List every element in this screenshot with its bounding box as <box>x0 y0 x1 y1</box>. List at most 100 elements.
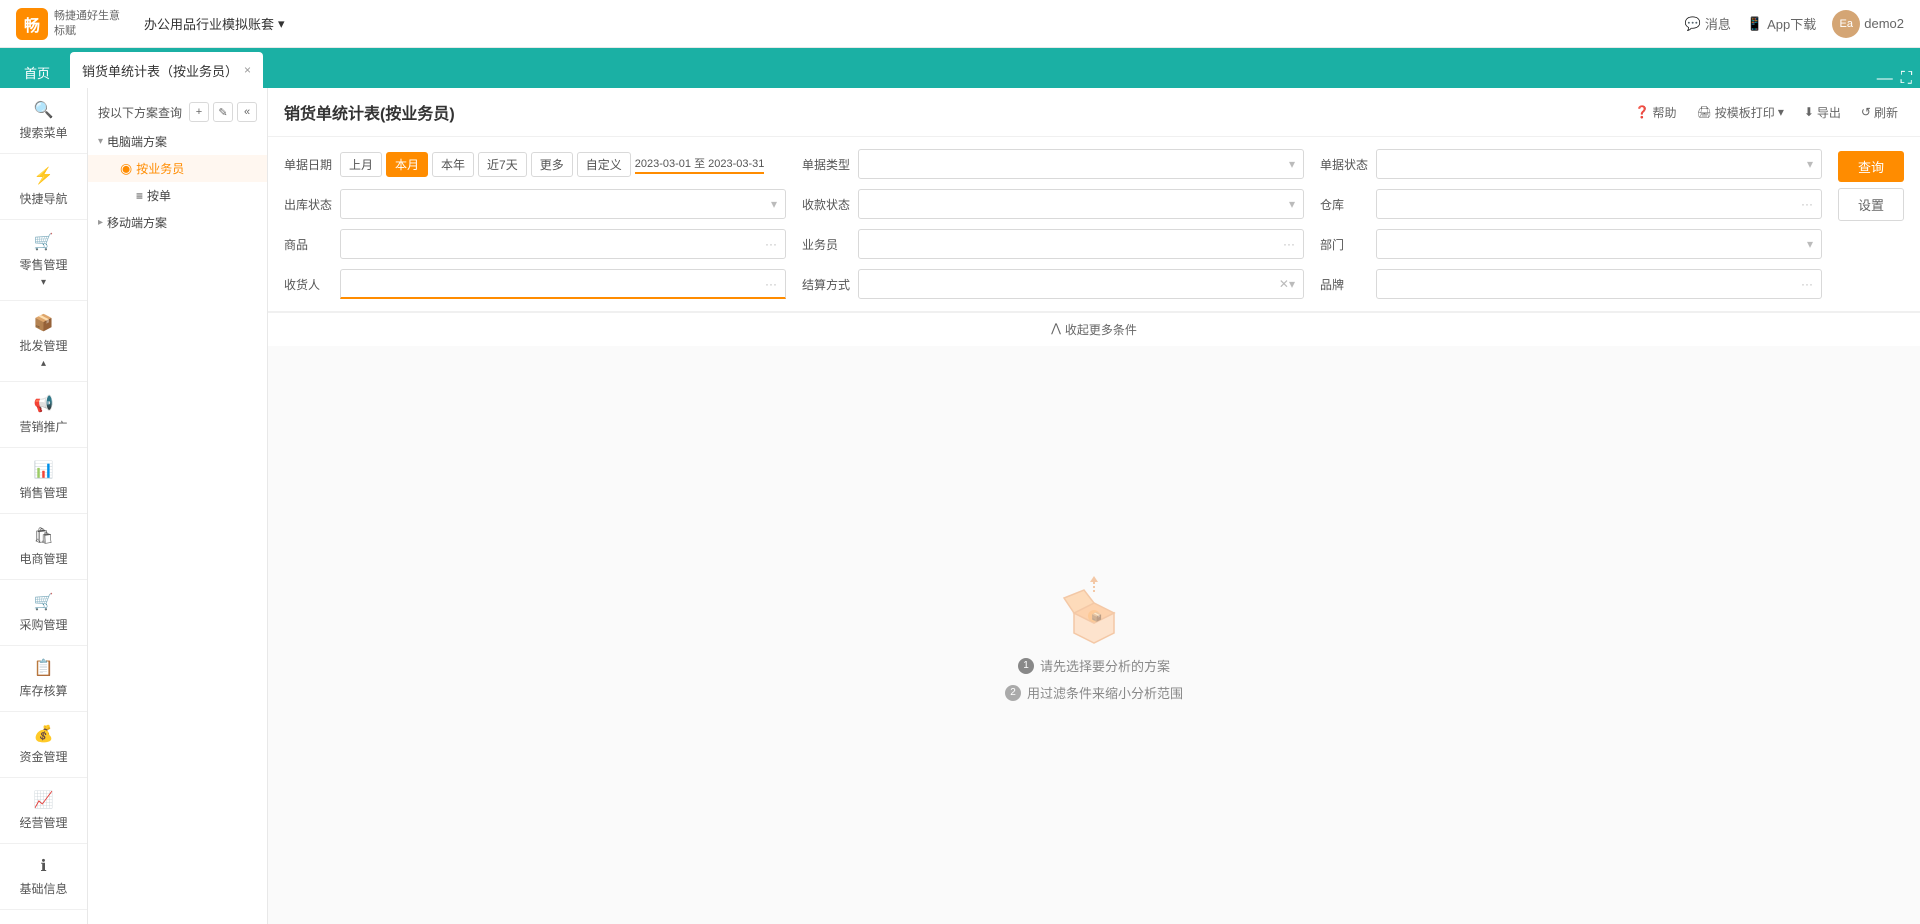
sidebar-item-marketing[interactable]: 📢 营销推广 <box>0 382 87 448</box>
filter-warehouse-row: 仓库 ··· <box>1320 189 1822 219</box>
logo-area: 畅 畅捷通好生意 标赋 <box>16 8 120 40</box>
page-content: 按以下方案查询 + ✎ « ▾ 电脑端方案 ◉ 按业务员 <box>88 88 1920 924</box>
sidebar-item-finance[interactable]: 💰 资金管理 <box>0 712 87 778</box>
top-header: 畅 畅捷通好生意 标赋 办公用品行业模拟账套 ▾ 💬 消息 📱 App下载 Ea… <box>0 0 1920 48</box>
header-actions: ❓ 帮助 🖨 按模板打印 ▾ ⬇ 导出 ↺ <box>1629 101 1904 136</box>
tab-maximize-btn[interactable]: ⛶ <box>1901 70 1912 88</box>
filter-date-row: 单据日期 上月 本月 本年 近7天 更多 自定义 2023-03-01 至 20… <box>284 149 786 179</box>
tab-home[interactable]: 首页 <box>8 56 66 88</box>
print-icon: 🖨 <box>1697 105 1712 119</box>
edit-scheme-btn[interactable]: ✎ <box>213 102 233 122</box>
doc-status-input[interactable]: ▾ <box>1376 149 1822 179</box>
collapse-panel-btn[interactable]: « <box>237 102 257 122</box>
payment-status-input[interactable]: ▾ <box>858 189 1304 219</box>
main-panel: 销货单统计表(按业务员) ❓ 帮助 🖨 按模板打印 ▾ ⬇ <box>268 88 1920 924</box>
salesperson-input[interactable]: ··· <box>858 229 1304 259</box>
tree-pc-scheme[interactable]: ▾ 电脑端方案 <box>88 128 267 155</box>
download-icon: 📱 <box>1747 16 1763 32</box>
refresh-btn[interactable]: ↺ 刷新 <box>1855 101 1904 124</box>
dropdown-chevron-icon: ▾ <box>278 16 285 32</box>
retail-expand-icon: ▾ <box>41 277 46 288</box>
sidebar-item-search[interactable]: 🔍 搜索菜单 <box>0 88 87 154</box>
paymentstatus-chevron-icon: ▾ <box>1289 197 1295 211</box>
department-input[interactable]: ▾ <box>1376 229 1822 259</box>
selected-radio-icon: ◉ <box>120 160 132 177</box>
goods-input[interactable]: ··· <box>340 229 786 259</box>
marketing-icon: 📢 <box>34 394 54 414</box>
date-btn-thismonth[interactable]: 本月 <box>386 152 428 177</box>
retail-icon: 🛒 <box>34 232 54 252</box>
date-btn-thisyear[interactable]: 本年 <box>432 152 474 177</box>
filter-grid: 单据日期 上月 本月 本年 近7天 更多 自定义 2023-03-01 至 20… <box>284 149 1822 299</box>
inventory-icon: 📋 <box>34 658 54 678</box>
sidebar-item-wholesale[interactable]: 📦 批发管理 ▴ <box>0 301 87 382</box>
content-area: 按以下方案查询 + ✎ « ▾ 电脑端方案 ◉ 按业务员 <box>88 88 1920 924</box>
filter-salesperson-row: 业务员 ··· <box>802 229 1304 259</box>
help-btn[interactable]: ❓ 帮助 <box>1629 101 1683 124</box>
sales-icon: 📊 <box>34 460 54 480</box>
filter-docstatus-row: 单据状态 ▾ <box>1320 149 1822 179</box>
date-btn-lastmonth[interactable]: 上月 <box>340 152 382 177</box>
collapse-icon: ⋀ <box>1051 321 1061 338</box>
settlement-clear-btn[interactable]: ✕ <box>1279 277 1289 291</box>
tree-item-by-salesperson[interactable]: ◉ 按业务员 <box>88 155 267 182</box>
message-icon: 💬 <box>1685 16 1701 32</box>
user-avatar-btn[interactable]: Ea demo2 <box>1832 10 1904 38</box>
doc-type-input[interactable]: ▾ <box>858 149 1304 179</box>
stockstatus-chevron-icon: ▾ <box>771 197 777 211</box>
add-scheme-btn[interactable]: + <box>189 102 209 122</box>
header-left: 畅 畅捷通好生意 标赋 办公用品行业模拟账套 ▾ <box>16 8 285 40</box>
app-dropdown[interactable]: 办公用品行业模拟账套 ▾ <box>144 14 285 33</box>
sidebar-item-quicknav[interactable]: ⚡ 快捷导航 <box>0 154 87 220</box>
ecommerce-icon: 🛍 <box>33 526 53 546</box>
query-btn[interactable]: 查询 <box>1838 151 1904 182</box>
main-layout: 🔍 搜索菜单 ⚡ 快捷导航 🛒 零售管理 ▾ 📦 批发管理 ▴ 📢 营销推广 📊… <box>0 88 1920 924</box>
tab-bar-actions: — ⛶ <box>1877 70 1920 88</box>
sidebar-item-purchase[interactable]: 🛒 采购管理 <box>0 580 87 646</box>
empty-step2: 2 用过滤条件来缩小分析范围 <box>1005 683 1183 702</box>
sidebar-item-ecommerce[interactable]: 🛍 电商管理 <box>0 514 87 580</box>
main-panel-header: 销货单统计表(按业务员) ❓ 帮助 🖨 按模板打印 ▾ ⬇ <box>268 88 1920 137</box>
sidebar-item-sales[interactable]: 📊 销售管理 <box>0 448 87 514</box>
date-btn-7days[interactable]: 近7天 <box>478 152 527 177</box>
template-print-btn[interactable]: 🖨 按模板打印 ▾ <box>1691 101 1790 124</box>
date-btn-custom[interactable]: 自定义 <box>577 152 631 177</box>
tree-item-by-order[interactable]: ≡ 按单 <box>88 182 267 209</box>
avatar: Ea <box>1832 10 1860 38</box>
sidebar-item-retail[interactable]: 🛒 零售管理 ▾ <box>0 220 87 301</box>
tab-active[interactable]: 销货单统计表（按业务员） × <box>70 52 263 88</box>
receiver-input[interactable]: ··· <box>340 269 786 299</box>
tree-expand-mobile-icon: ▸ <box>98 217 103 228</box>
settlement-chevron-icon: ▾ <box>1289 277 1295 291</box>
warehouse-input[interactable]: ··· <box>1376 189 1822 219</box>
operations-icon: 📈 <box>34 790 54 810</box>
export-btn[interactable]: ⬇ 导出 <box>1798 101 1847 124</box>
basic-icon: ℹ <box>40 856 46 876</box>
quicknav-icon: ⚡ <box>34 166 54 186</box>
sidebar-item-basic[interactable]: ℹ 基础信息 <box>0 844 87 910</box>
sidebar-item-inventory[interactable]: 📋 库存核算 <box>0 646 87 712</box>
help-icon: ❓ <box>1635 105 1650 119</box>
app-download-btn[interactable]: 📱 App下载 <box>1747 14 1816 33</box>
tree-expand-icon: ▾ <box>98 136 103 147</box>
logo-text: 畅捷通好生意 标赋 <box>54 9 120 38</box>
wholesale-expand-icon: ▴ <box>41 358 46 369</box>
date-range-display: 2023-03-01 至 2023-03-31 <box>635 155 765 174</box>
doctype-chevron-icon: ▾ <box>1289 157 1295 171</box>
filter-stockstatus-row: 出库状态 ▾ <box>284 189 786 219</box>
sidebar-item-system[interactable]: ⚙ 系统管理 <box>0 910 87 924</box>
finance-icon: 💰 <box>34 724 54 744</box>
sidebar: 🔍 搜索菜单 ⚡ 快捷导航 🛒 零售管理 ▾ 📦 批发管理 ▴ 📢 营销推广 📊… <box>0 88 88 924</box>
header-right: 💬 消息 📱 App下载 Ea demo2 <box>1685 10 1904 38</box>
sidebar-item-operations[interactable]: 📈 经营管理 <box>0 778 87 844</box>
date-btn-more[interactable]: 更多 <box>531 152 573 177</box>
settlement-input[interactable]: ✕ ▾ <box>858 269 1304 299</box>
tab-close-btn[interactable]: × <box>244 63 251 77</box>
tree-mobile-scheme[interactable]: ▸ 移动端方案 <box>88 209 267 236</box>
brand-input[interactable]: ··· <box>1376 269 1822 299</box>
tab-minimize-btn[interactable]: — <box>1877 70 1893 88</box>
message-btn[interactable]: 💬 消息 <box>1685 14 1731 33</box>
collapse-bar[interactable]: ⋀ 收起更多条件 <box>268 312 1920 346</box>
stock-status-input[interactable]: ▾ <box>340 189 786 219</box>
settings-btn[interactable]: 设置 <box>1838 188 1904 221</box>
